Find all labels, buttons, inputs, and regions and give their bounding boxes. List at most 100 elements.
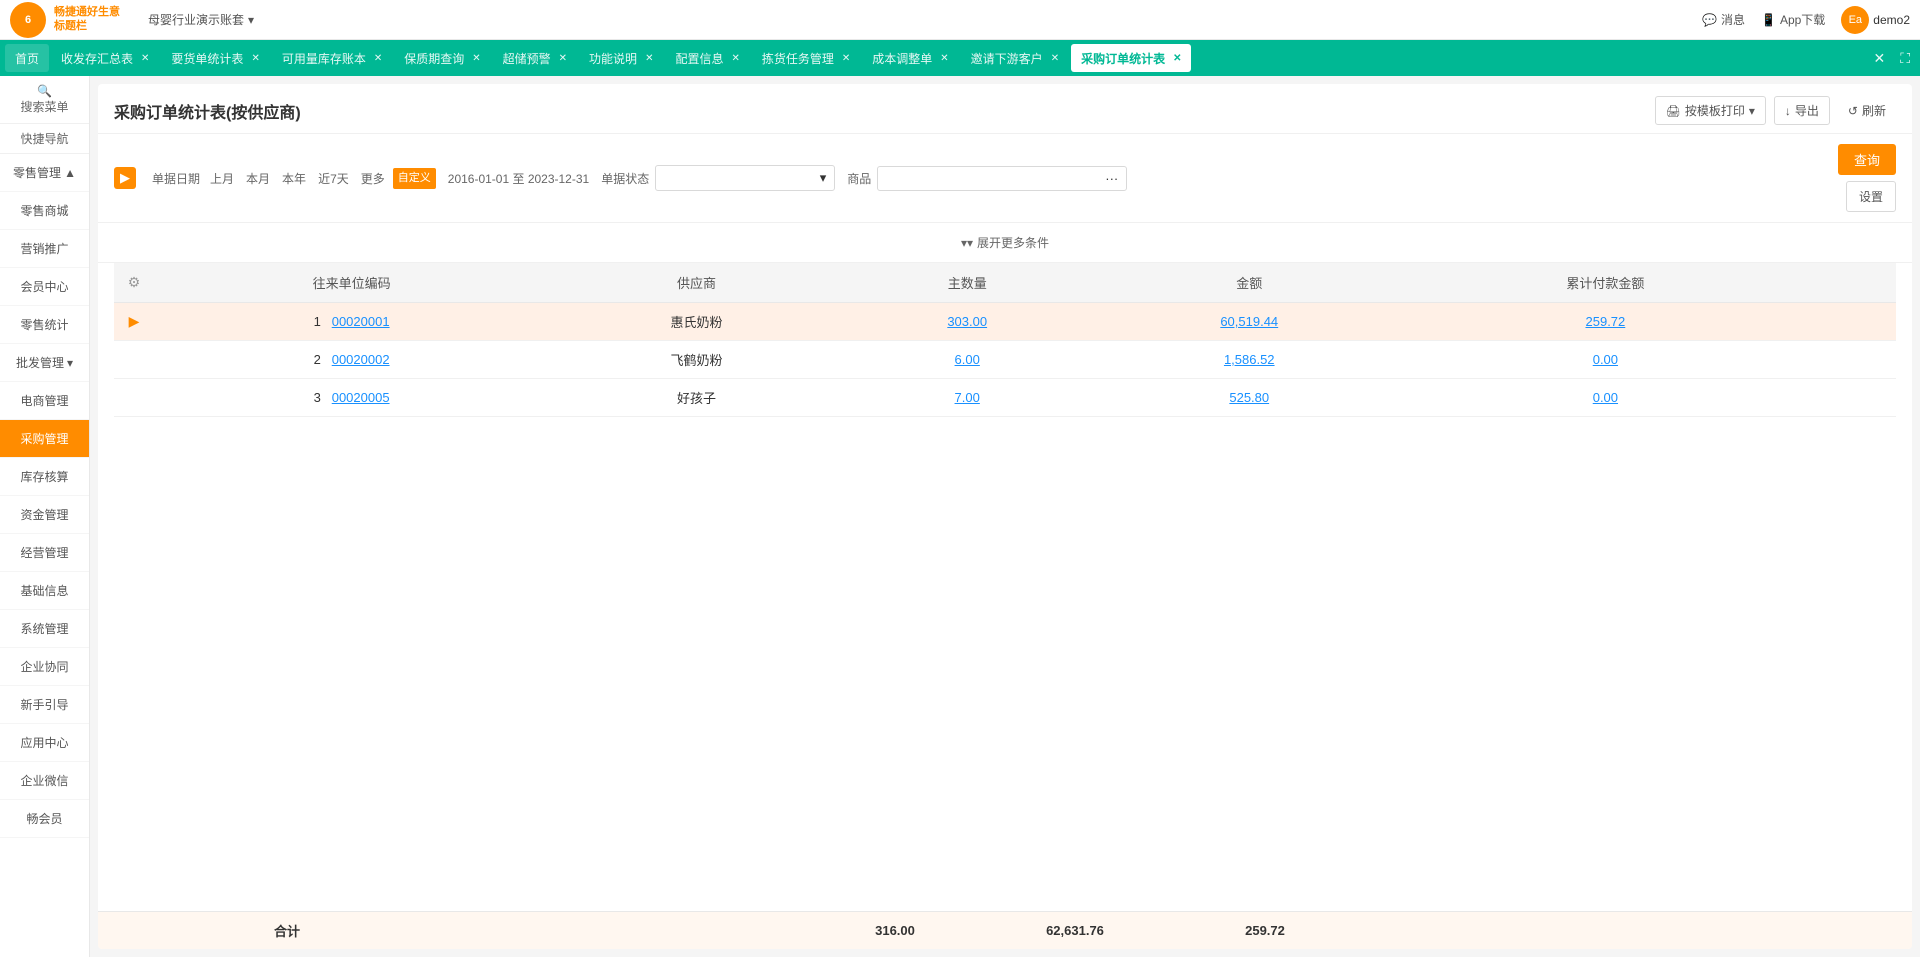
th-empty	[1803, 263, 1896, 303]
amount-link[interactable]: 525.80	[1229, 390, 1269, 405]
tab-close-icon[interactable]: ✕	[141, 53, 149, 64]
nav-maximize-btn[interactable]: ⛶	[1895, 48, 1915, 69]
logo-text: 畅捷通好生意标题栏	[54, 6, 120, 32]
query-btn[interactable]: 查询	[1838, 144, 1896, 175]
tab-peizhi[interactable]: 配置信息 ✕	[665, 44, 749, 72]
tab-baozhi[interactable]: 保质期查询 ✕	[394, 44, 490, 72]
table-row[interactable]: ▶ 1 00020001 惠氏奶粉 303.00 60,51	[114, 303, 1896, 341]
sidebar-search[interactable]: 🔍 搜索菜单	[0, 76, 89, 124]
tab-close-icon[interactable]: ✕	[472, 53, 480, 64]
tab-chengben[interactable]: 成本调整单 ✕	[862, 44, 958, 72]
export-btn[interactable]: ↓ 导出	[1774, 96, 1830, 125]
tab-close-icon[interactable]: ✕	[559, 53, 567, 64]
sidebar-item-operations[interactable]: 经营管理	[0, 534, 89, 572]
paid-link[interactable]: 0.00	[1593, 390, 1618, 405]
expand-chevron-icon: ▾▾	[961, 236, 973, 250]
nav-close-btn[interactable]: ✕	[1868, 48, 1890, 69]
sidebar-item-system[interactable]: 系统管理	[0, 610, 89, 648]
tab-close-icon[interactable]: ✕	[1173, 53, 1181, 64]
shortcut-last-month[interactable]: 上月	[206, 168, 238, 189]
tab-jianhuo[interactable]: 拣货任务管理 ✕	[752, 44, 860, 72]
sidebar-quick-nav[interactable]: 快捷导航	[0, 124, 89, 154]
tab-close-icon[interactable]: ✕	[1051, 53, 1059, 64]
row-empty	[1803, 303, 1896, 341]
sidebar-item-members[interactable]: 会员中心	[0, 268, 89, 306]
tab-caigou-active[interactable]: 采购订单统计表 ✕	[1071, 44, 1191, 72]
sidebar-item-vip[interactable]: 畅会员	[0, 800, 89, 838]
settings-btn[interactable]: 设置	[1846, 181, 1896, 212]
paid-link[interactable]: 0.00	[1593, 352, 1618, 367]
workspace-selector[interactable]: 母婴行业演示账套 ▾	[148, 11, 254, 28]
paid-link[interactable]: 259.72	[1586, 314, 1626, 329]
tab-close-icon[interactable]: ✕	[731, 53, 739, 64]
tab-shoufacun[interactable]: 收发存汇总表 ✕	[51, 44, 159, 72]
app-download-btn[interactable]: 📱 App下载	[1761, 11, 1825, 28]
page-title: 采购订单统计表(按供应商)	[114, 99, 301, 123]
sidebar-label: 企业微信	[20, 774, 68, 788]
filter-bar: ▶ 单据日期 上月 本月 本年 近7天 更多 自定义	[98, 134, 1912, 223]
tab-home[interactable]: 首页	[5, 44, 49, 72]
sidebar-label: 零售商城	[20, 204, 68, 218]
sidebar-item-retail-mgmt[interactable]: 零售管理 ▲	[0, 154, 89, 192]
sidebar-search-label: 搜索菜单	[5, 98, 84, 115]
unit-code[interactable]: 00020002	[332, 352, 390, 367]
row-expand-icon[interactable]: ▶	[129, 313, 140, 329]
table-row[interactable]: 2 00020002 飞鹤奶粉 6.00 1,586.52	[114, 341, 1896, 379]
shortcut-this-year[interactable]: 本年	[278, 168, 310, 189]
collapse-icon: ▶	[114, 167, 136, 189]
custom-date-tag[interactable]: 自定义	[393, 168, 436, 189]
tab-close-icon[interactable]: ✕	[940, 53, 948, 64]
tab-gongneng[interactable]: 功能说明 ✕	[579, 44, 663, 72]
sidebar-item-retail-shop[interactable]: 零售商城	[0, 192, 89, 230]
row-supplier: 飞鹤奶粉	[549, 341, 843, 379]
refresh-btn[interactable]: ↺ 刷新	[1838, 97, 1896, 124]
tab-kuyongliang[interactable]: 可用量库存账本 ✕	[272, 44, 392, 72]
sidebar-item-purchase[interactable]: 采购管理	[0, 420, 89, 458]
column-settings-icon[interactable]: ⚙	[128, 274, 141, 290]
sidebar-label: 畅会员	[26, 812, 62, 826]
expand-conditions-btn[interactable]: ▾▾ 展开更多条件	[951, 229, 1059, 256]
sidebar-item-marketing[interactable]: 营销推广	[0, 230, 89, 268]
amount-link[interactable]: 60,519.44	[1220, 314, 1278, 329]
sidebar-item-wholesale[interactable]: 批发管理 ▾	[0, 344, 89, 382]
table-row[interactable]: 3 00020005 好孩子 7.00 525.80 0.0	[114, 379, 1896, 417]
message-icon: 💬	[1702, 13, 1717, 27]
shortcut-this-month[interactable]: 本月	[242, 168, 274, 189]
amount-link[interactable]: 1,586.52	[1224, 352, 1275, 367]
sidebar-item-ecommerce[interactable]: 电商管理	[0, 382, 89, 420]
tab-close-icon[interactable]: ✕	[374, 53, 382, 64]
message-btn[interactable]: 💬 消息	[1702, 11, 1745, 28]
row-qty: 303.00	[844, 303, 1091, 341]
shortcut-7days[interactable]: 近7天	[314, 168, 353, 189]
sidebar-item-finance[interactable]: 资金管理	[0, 496, 89, 534]
unit-code[interactable]: 00020005	[332, 390, 390, 405]
tab-close-icon[interactable]: ✕	[645, 53, 653, 64]
th-settings: ⚙	[114, 263, 154, 303]
logo-area: 6 畅捷通好生意标题栏 母婴行业演示账套 ▾	[10, 2, 254, 38]
sidebar-item-retail-stats[interactable]: 零售统计	[0, 306, 89, 344]
sidebar-label: 批发管理	[16, 354, 64, 371]
tab-close-icon[interactable]: ✕	[251, 53, 259, 64]
filter-collapse-btn[interactable]: ▶	[114, 167, 136, 189]
tab-yaohuo[interactable]: 要货单统计表 ✕	[161, 44, 269, 72]
tab-chachu[interactable]: 超储预警 ✕	[493, 44, 577, 72]
print-btn[interactable]: 🖨 按模板打印 ▾	[1655, 96, 1766, 125]
tab-close-icon[interactable]: ✕	[842, 53, 850, 64]
unit-code[interactable]: 00020001	[332, 314, 390, 329]
goods-select[interactable]: ···	[877, 166, 1127, 191]
qty-link[interactable]: 7.00	[955, 390, 980, 405]
sidebar-item-guide[interactable]: 新手引导	[0, 686, 89, 724]
sidebar-item-base-info[interactable]: 基础信息	[0, 572, 89, 610]
row-paid: 259.72	[1408, 303, 1803, 341]
user-area[interactable]: Ea demo2	[1841, 6, 1910, 34]
sidebar-item-wechat[interactable]: 企业微信	[0, 762, 89, 800]
sidebar-item-inventory[interactable]: 库存核算	[0, 458, 89, 496]
sidebar-item-app-center[interactable]: 应用中心	[0, 724, 89, 762]
tab-yaoqing[interactable]: 邀请下游客户 ✕	[961, 44, 1069, 72]
status-select[interactable]: ▾	[655, 165, 835, 191]
sidebar-item-collab[interactable]: 企业协同	[0, 648, 89, 686]
qty-link[interactable]: 6.00	[955, 352, 980, 367]
qty-link[interactable]: 303.00	[947, 314, 987, 329]
message-label: 消息	[1721, 11, 1745, 28]
shortcut-more[interactable]: 更多	[357, 168, 389, 189]
